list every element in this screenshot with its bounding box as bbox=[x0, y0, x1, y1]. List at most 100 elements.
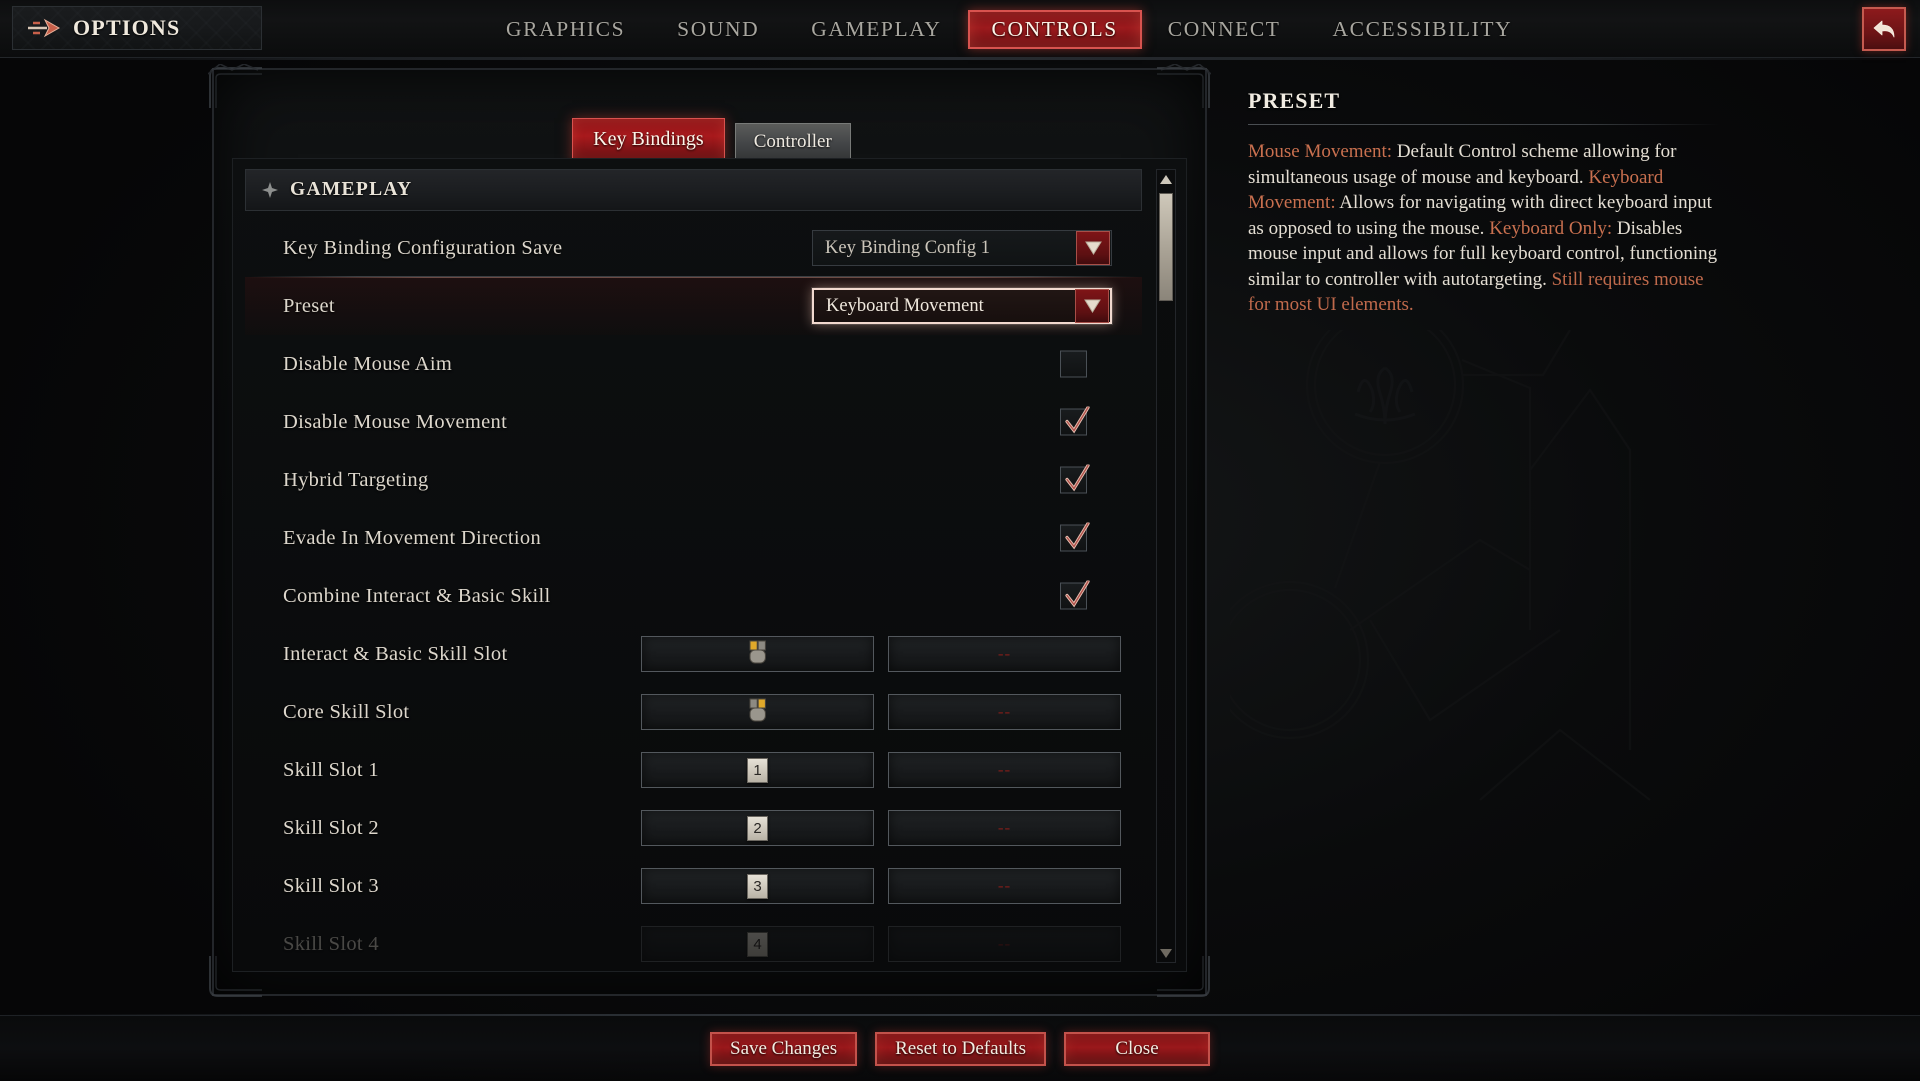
settings-row: Combine Interact & Basic Skill bbox=[245, 567, 1142, 625]
settings-list-container: GAMEPLAY Key Binding Configuration Save K… bbox=[232, 158, 1187, 972]
settings-scrollbar[interactable] bbox=[1156, 169, 1176, 963]
checkbox-hybrid-targeting[interactable] bbox=[1060, 463, 1090, 494]
key-bindings-subtabs: Key Bindings Controller bbox=[214, 118, 1209, 163]
keybind-cell-secondary[interactable]: -- bbox=[888, 926, 1121, 962]
reset-to-defaults-button[interactable]: Reset to Defaults bbox=[875, 1031, 1046, 1066]
keycap: 2 bbox=[747, 815, 768, 841]
checkbox-combine-interact-basic-skill[interactable] bbox=[1060, 579, 1090, 610]
keybind-cell-secondary[interactable]: -- bbox=[888, 636, 1121, 672]
checkmark-icon bbox=[1063, 405, 1091, 442]
row-label: Interact & Basic Skill Slot bbox=[283, 642, 508, 665]
settings-row: Hybrid Targeting bbox=[245, 451, 1142, 509]
row-label: Disable Mouse Movement bbox=[283, 410, 508, 433]
settings-row: Disable Mouse Movement bbox=[245, 393, 1142, 451]
settings-row: Skill Slot 3 3 -- bbox=[245, 857, 1142, 915]
subtab-key-bindings[interactable]: Key Bindings bbox=[572, 118, 725, 163]
panel-corner-ornament bbox=[208, 64, 262, 108]
unbound-value: -- bbox=[997, 760, 1012, 779]
unbound-value: -- bbox=[997, 934, 1012, 953]
info-panel-heading: PRESET bbox=[1248, 88, 1341, 113]
scrollbar-thumb[interactable] bbox=[1159, 193, 1173, 301]
keybind-cell-secondary[interactable]: -- bbox=[888, 810, 1121, 846]
settings-row: Key Binding Configuration Save Key Bindin… bbox=[245, 219, 1142, 277]
close-button[interactable]: Close bbox=[1063, 1031, 1210, 1066]
settings-row: Skill Slot 1 1 -- bbox=[245, 741, 1142, 799]
checkmark-icon bbox=[1065, 405, 1090, 434]
nav-tab-accessibility[interactable]: ACCESSIBILITY bbox=[1307, 11, 1539, 48]
dropdown-preset[interactable]: Keyboard Movement bbox=[812, 288, 1112, 324]
checkbox-evade-in-movement-direction[interactable] bbox=[1060, 521, 1090, 552]
row-label: Skill Slot 4 bbox=[283, 932, 379, 955]
nav-tab-graphics[interactable]: GRAPHICS bbox=[480, 11, 651, 48]
keybind-cell-secondary[interactable]: -- bbox=[888, 694, 1121, 730]
settings-row: Evade In Movement Direction bbox=[245, 509, 1142, 567]
info-panel-body: Mouse Movement: Default Control scheme a… bbox=[1248, 139, 1720, 318]
checkmark-icon bbox=[1065, 521, 1090, 550]
scroll-down-arrow-icon[interactable] bbox=[1158, 945, 1174, 961]
settings-row: Disable Mouse Aim bbox=[245, 335, 1142, 393]
checkbox-disable-mouse-movement[interactable] bbox=[1060, 405, 1090, 436]
settings-row: Skill Slot 4 4 -- bbox=[245, 915, 1142, 963]
unbound-value: -- bbox=[997, 818, 1012, 837]
row-label: Key Binding Configuration Save bbox=[283, 236, 563, 259]
checkmark-icon bbox=[1065, 463, 1090, 492]
nav-tab-sound[interactable]: SOUND bbox=[651, 11, 785, 48]
keybind-cell-primary[interactable]: 3 bbox=[641, 868, 874, 904]
settings-row: Core Skill Slot -- bbox=[245, 683, 1142, 741]
row-label: Skill Slot 1 bbox=[283, 758, 379, 781]
back-arrow-icon bbox=[1873, 20, 1895, 38]
diamond-cluster-icon bbox=[262, 182, 278, 198]
row-label: Preset bbox=[283, 294, 335, 317]
keycap: 3 bbox=[747, 873, 768, 899]
keybind-cell-primary[interactable] bbox=[641, 636, 874, 672]
section-title: GAMEPLAY bbox=[290, 179, 413, 200]
nav-tab-controls[interactable]: CONTROLS bbox=[967, 9, 1142, 49]
keybind-cell-primary[interactable] bbox=[641, 694, 874, 730]
checkmark-icon bbox=[1063, 463, 1091, 500]
unbound-value: -- bbox=[997, 644, 1012, 663]
row-label: Evade In Movement Direction bbox=[283, 526, 542, 549]
settings-row: Skill Slot 2 2 -- bbox=[245, 799, 1142, 857]
dropdown-value: Key Binding Config 1 bbox=[825, 237, 990, 258]
main-nav-tabs: GRAPHICS SOUND GAMEPLAY CONTROLS CONNECT ACCE… bbox=[480, 0, 1538, 58]
section-header-gameplay: GAMEPLAY bbox=[245, 169, 1142, 211]
settings-panel: Key Bindings Controller GAMEPLAY Key Bind… bbox=[208, 64, 1211, 997]
dropdown-value: Keyboard Movement bbox=[826, 295, 984, 316]
settings-scroll-area[interactable]: Key Binding Configuration Save Key Bindin… bbox=[245, 219, 1142, 963]
info-panel: PRESET Mouse Movement: Default Control s… bbox=[1248, 88, 1720, 318]
dropdown-key-binding-configuration-save[interactable]: Key Binding Config 1 bbox=[812, 230, 1112, 266]
dropdown-toggle-button[interactable] bbox=[1075, 289, 1109, 323]
scroll-up-arrow-icon[interactable] bbox=[1158, 171, 1174, 187]
keybind-cell-secondary[interactable]: -- bbox=[888, 868, 1121, 904]
checkmark-icon bbox=[1065, 579, 1090, 608]
double-arrow-right-icon bbox=[28, 18, 61, 38]
keybind-cell-primary[interactable]: 4 bbox=[641, 926, 874, 962]
keybind-cell-primary[interactable]: 2 bbox=[641, 810, 874, 846]
back-button[interactable] bbox=[1862, 7, 1906, 51]
row-label: Disable Mouse Aim bbox=[283, 352, 453, 375]
row-label: Hybrid Targeting bbox=[283, 468, 429, 491]
mouse-right-button-icon bbox=[749, 698, 767, 727]
nav-tab-gameplay[interactable]: GAMEPLAY bbox=[785, 11, 967, 48]
nav-tab-connect[interactable]: CONNECT bbox=[1142, 11, 1307, 48]
subtab-controller[interactable]: Controller bbox=[734, 123, 851, 163]
panel-corner-ornament bbox=[1157, 64, 1211, 108]
row-label: Combine Interact & Basic Skill bbox=[283, 584, 551, 607]
dropdown-toggle-button[interactable] bbox=[1076, 231, 1110, 265]
keybind-cell-secondary[interactable]: -- bbox=[888, 752, 1121, 788]
keybind-cell-primary[interactable]: 1 bbox=[641, 752, 874, 788]
settings-row: Preset Keyboard Movement bbox=[245, 277, 1142, 335]
footer-bar: Save Changes Reset to Defaults Close bbox=[0, 1014, 1920, 1081]
options-title-plate: OPTIONS bbox=[12, 6, 262, 50]
settings-row: Interact & Basic Skill Slot -- bbox=[245, 625, 1142, 683]
info-term: Keyboard Only: bbox=[1489, 217, 1613, 239]
save-changes-button[interactable]: Save Changes bbox=[710, 1031, 858, 1066]
chevron-down-icon bbox=[1083, 299, 1101, 313]
checkmark-icon bbox=[1063, 521, 1091, 558]
row-label: Core Skill Slot bbox=[283, 700, 410, 723]
checkbox-disable-mouse-aim[interactable] bbox=[1060, 350, 1087, 378]
info-term: Mouse Movement: bbox=[1248, 141, 1393, 162]
mouse-left-button-icon bbox=[749, 640, 766, 663]
options-label: OPTIONS bbox=[73, 15, 181, 40]
skill-tree-watermark bbox=[1230, 330, 1651, 801]
